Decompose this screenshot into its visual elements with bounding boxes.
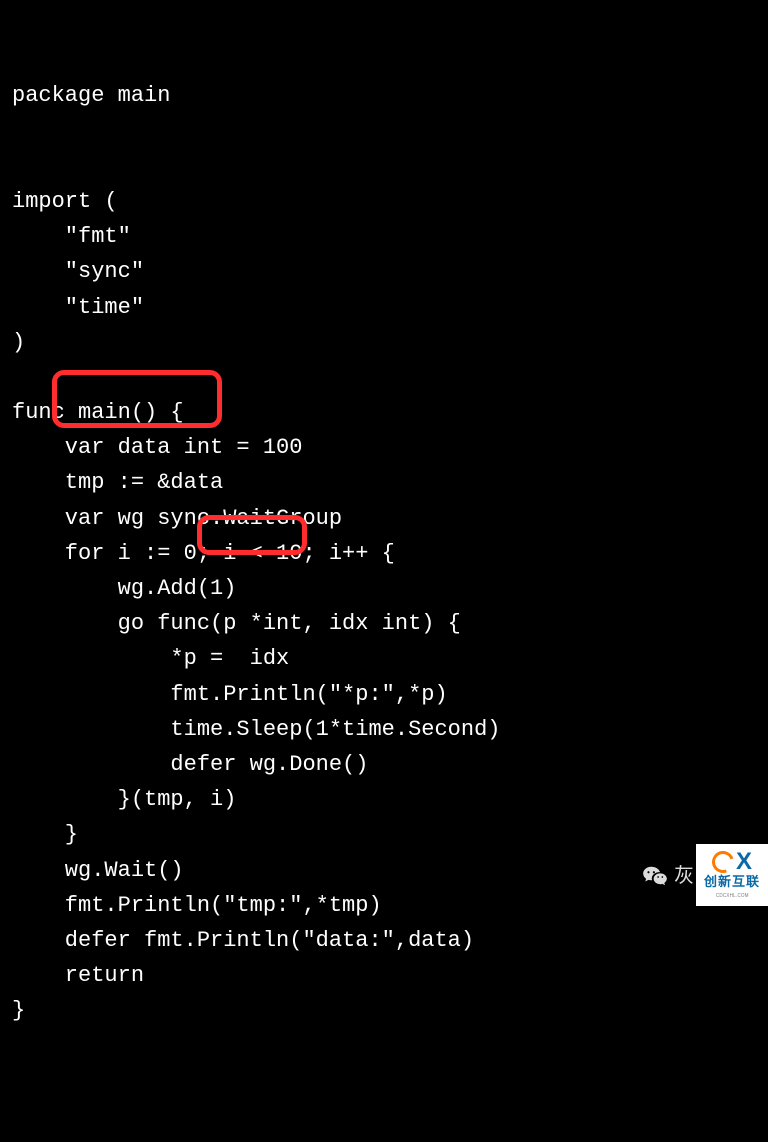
wechat-label: 灰: [674, 860, 694, 892]
wechat-badge: 灰: [642, 860, 694, 892]
code-block: package main import ( "fmt" "sync" "time…: [0, 0, 768, 1142]
logo-text-cn: 创新互联: [704, 872, 760, 893]
wechat-icon: [642, 865, 668, 887]
logo-mark: X: [712, 850, 752, 874]
brand-logo: X 创新互联 CDCXHL.COM: [696, 844, 768, 906]
logo-x-shape: X: [736, 850, 752, 874]
logo-text-en: CDCXHL.COM: [716, 892, 749, 900]
